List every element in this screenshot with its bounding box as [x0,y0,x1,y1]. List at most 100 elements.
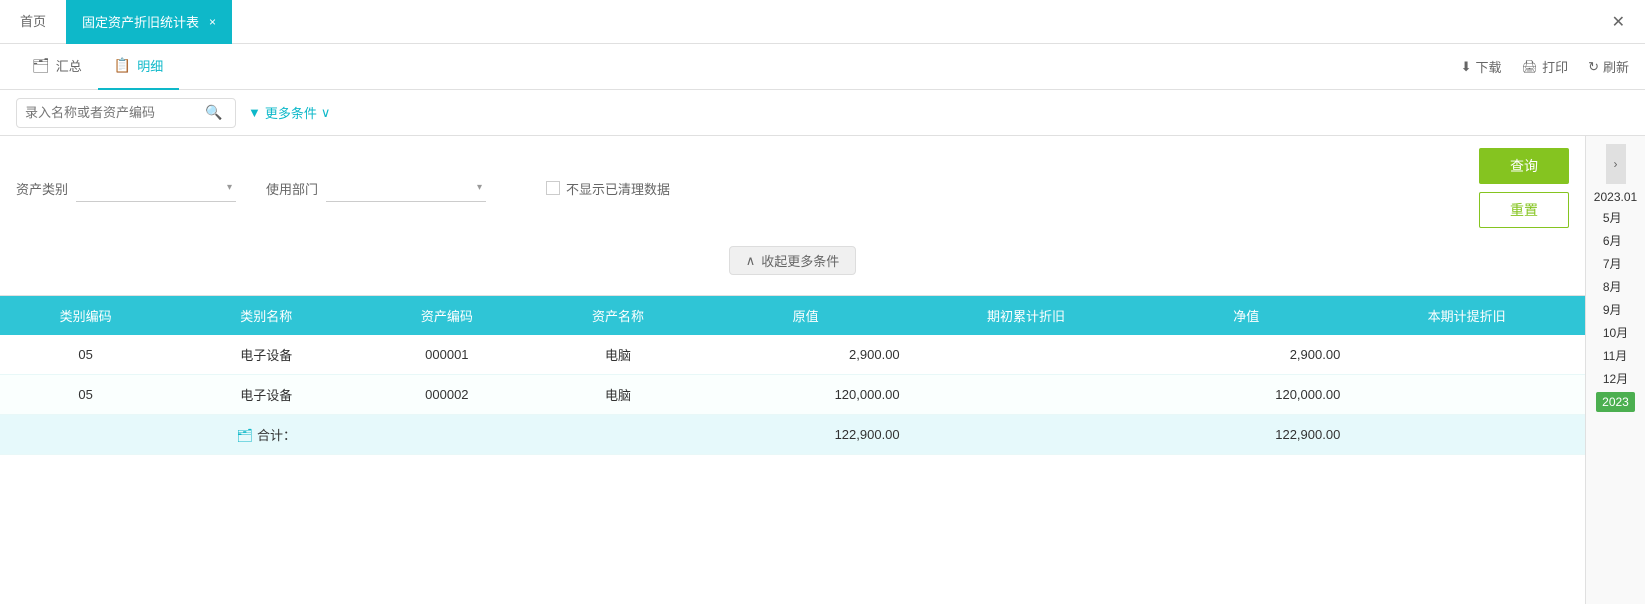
right-sidebar: › 2023.01 5月6月7月8月9月10月11月12月 2023 [1585,136,1645,604]
table-cell-3: 电脑 [532,335,703,375]
search-input[interactable] [25,105,205,120]
refresh-icon: ↻ [1588,59,1599,75]
sidebar-date: 2023.01 [1594,188,1637,206]
filter-row-1: 资产类别 ▾ 使用部门 ▾ 不显示已清理数据 [16,148,1569,228]
toolbar-actions: ⬇ 下载 🖨 打印 ↻ 刷新 [1461,57,1629,76]
table-cell-0: 05 [0,335,171,375]
table-cell-4: 120,000.00 [704,375,908,415]
total-cell-5 [908,415,1145,455]
total-cell-6: 122,900.00 [1144,415,1348,455]
total-cell-1: 🗂合计： [171,415,361,455]
download-icon: ⬇ [1461,59,1472,75]
total-cell-4: 122,900.00 [704,415,908,455]
table-cell-0: 05 [0,375,171,415]
sidebar-month-item[interactable]: 9月 [1603,298,1628,321]
sidebar-month-item[interactable]: 12月 [1603,367,1628,390]
print-icon: 🖨 [1522,59,1539,75]
col-header-0: 类别编码 [0,296,171,335]
print-label: 打印 [1542,57,1568,76]
filter-icon: ▼ [248,105,261,120]
filter-area: 资产类别 ▾ 使用部门 ▾ 不显示已清理数据 [0,136,1585,296]
sidebar-month-item[interactable]: 6月 [1603,229,1628,252]
collapse-icon: ∧ [746,253,756,269]
department-field: 使用部门 ▾ [266,174,486,202]
total-cell-7 [1348,415,1585,455]
total-cell-3 [532,415,703,455]
sidebar-month-item[interactable]: 8月 [1603,275,1628,298]
collapse-label: 收起更多条件 [761,251,839,270]
nav-home[interactable]: 首页 [0,0,66,44]
asset-type-arrow-icon: ▾ [227,182,232,193]
collapse-button[interactable]: ∧ 收起更多条件 [729,246,857,275]
table-cell-2: 000001 [361,335,532,375]
toolbar: 🗂 汇总 📋 明细 ⬇ 下载 🖨 打印 ↻ 刷新 [0,44,1645,90]
month-list: 5月6月7月8月9月10月11月12月 [1603,206,1628,390]
refresh-label: 刷新 [1603,57,1629,76]
tab-summary[interactable]: 🗂 汇总 [16,44,98,90]
download-label: 下载 [1476,57,1502,76]
filter-label: 更多条件 [265,103,317,122]
table-row: 05电子设备000002电脑120,000.00120,000.00 [0,375,1585,415]
main-content: 资产类别 ▾ 使用部门 ▾ 不显示已清理数据 [0,136,1645,604]
asset-type-select[interactable]: ▾ [76,174,236,202]
asset-type-field: 资产类别 ▾ [16,174,236,202]
total-cell-2 [361,415,532,455]
no-cleared-label: 不显示已清理数据 [566,179,670,198]
sidebar-year-badge[interactable]: 2023 [1596,392,1635,412]
sidebar-month-item[interactable]: 10月 [1603,321,1628,344]
tab-summary-label: 汇总 [56,56,82,75]
col-header-3: 资产名称 [532,296,703,335]
nav-tab-label: 固定资产折旧统计表 [82,12,199,31]
col-header-7: 本期计提折旧 [1348,296,1585,335]
tab-detail[interactable]: 📋 明细 [98,44,179,90]
window-close-button[interactable]: ✕ [1612,12,1625,32]
chevron-down-icon: ∨ [321,105,331,121]
col-header-6: 净值 [1144,296,1348,335]
table-cell-2: 000002 [361,375,532,415]
department-label: 使用部门 [266,179,318,198]
nav-tab-active[interactable]: 固定资产折旧统计表 × [66,0,232,44]
download-button[interactable]: ⬇ 下载 [1461,57,1502,76]
top-nav: 首页 固定资产折旧统计表 × ✕ [0,0,1645,44]
table-cell-6: 120,000.00 [1144,375,1348,415]
sidebar-month-item[interactable]: 7月 [1603,252,1628,275]
close-tab-icon[interactable]: × [209,15,216,29]
summary-icon: 🗂 [32,57,50,74]
print-button[interactable]: 🖨 打印 [1522,57,1569,76]
col-header-5: 期初累计折旧 [908,296,1145,335]
detail-icon: 📋 [114,57,131,74]
table-cell-4: 2,900.00 [704,335,908,375]
refresh-button[interactable]: ↻ 刷新 [1588,57,1629,76]
table-cell-5 [908,375,1145,415]
table-cell-1: 电子设备 [171,335,361,375]
col-header-2: 资产编码 [361,296,532,335]
filter-actions: 查询 重置 [1479,148,1569,228]
no-cleared-checkbox[interactable] [546,181,560,195]
reset-button[interactable]: 重置 [1479,192,1569,228]
total-row: 🗂合计： 122,900.00 122,900.00 [0,415,1585,455]
no-cleared-checkbox-wrap: 不显示已清理数据 [546,179,670,198]
collapse-row: ∧ 收起更多条件 [16,238,1569,283]
table-cell-1: 电子设备 [171,375,361,415]
col-header-4: 原值 [704,296,908,335]
sidebar-collapse-arrow[interactable]: › [1606,144,1626,184]
query-button[interactable]: 查询 [1479,148,1569,184]
asset-type-label: 资产类别 [16,179,68,198]
department-select[interactable]: ▾ [326,174,486,202]
sidebar-month-item[interactable]: 11月 [1603,344,1628,367]
table-cell-5 [908,335,1145,375]
table-cell-3: 电脑 [532,375,703,415]
more-filter-button[interactable]: ▼ 更多条件 ∨ [248,103,330,122]
sidebar-month-item[interactable]: 5月 [1603,206,1628,229]
col-header-1: 类别名称 [171,296,361,335]
total-icon: 🗂 [236,428,253,443]
table-cell-7 [1348,375,1585,415]
table-cell-6: 2,900.00 [1144,335,1348,375]
content-area: 资产类别 ▾ 使用部门 ▾ 不显示已清理数据 [0,136,1585,604]
tab-detail-label: 明细 [137,56,163,75]
search-input-wrap: 🔍 [16,98,236,128]
table-header-row: 类别编码 类别名称 资产编码 资产名称 原值 期初累计折旧 净值 本期计提折旧 [0,296,1585,335]
data-table: 类别编码 类别名称 资产编码 资产名称 原值 期初累计折旧 净值 本期计提折旧 … [0,296,1585,455]
search-icon[interactable]: 🔍 [205,104,222,121]
table-row: 05电子设备000001电脑2,900.002,900.00 [0,335,1585,375]
